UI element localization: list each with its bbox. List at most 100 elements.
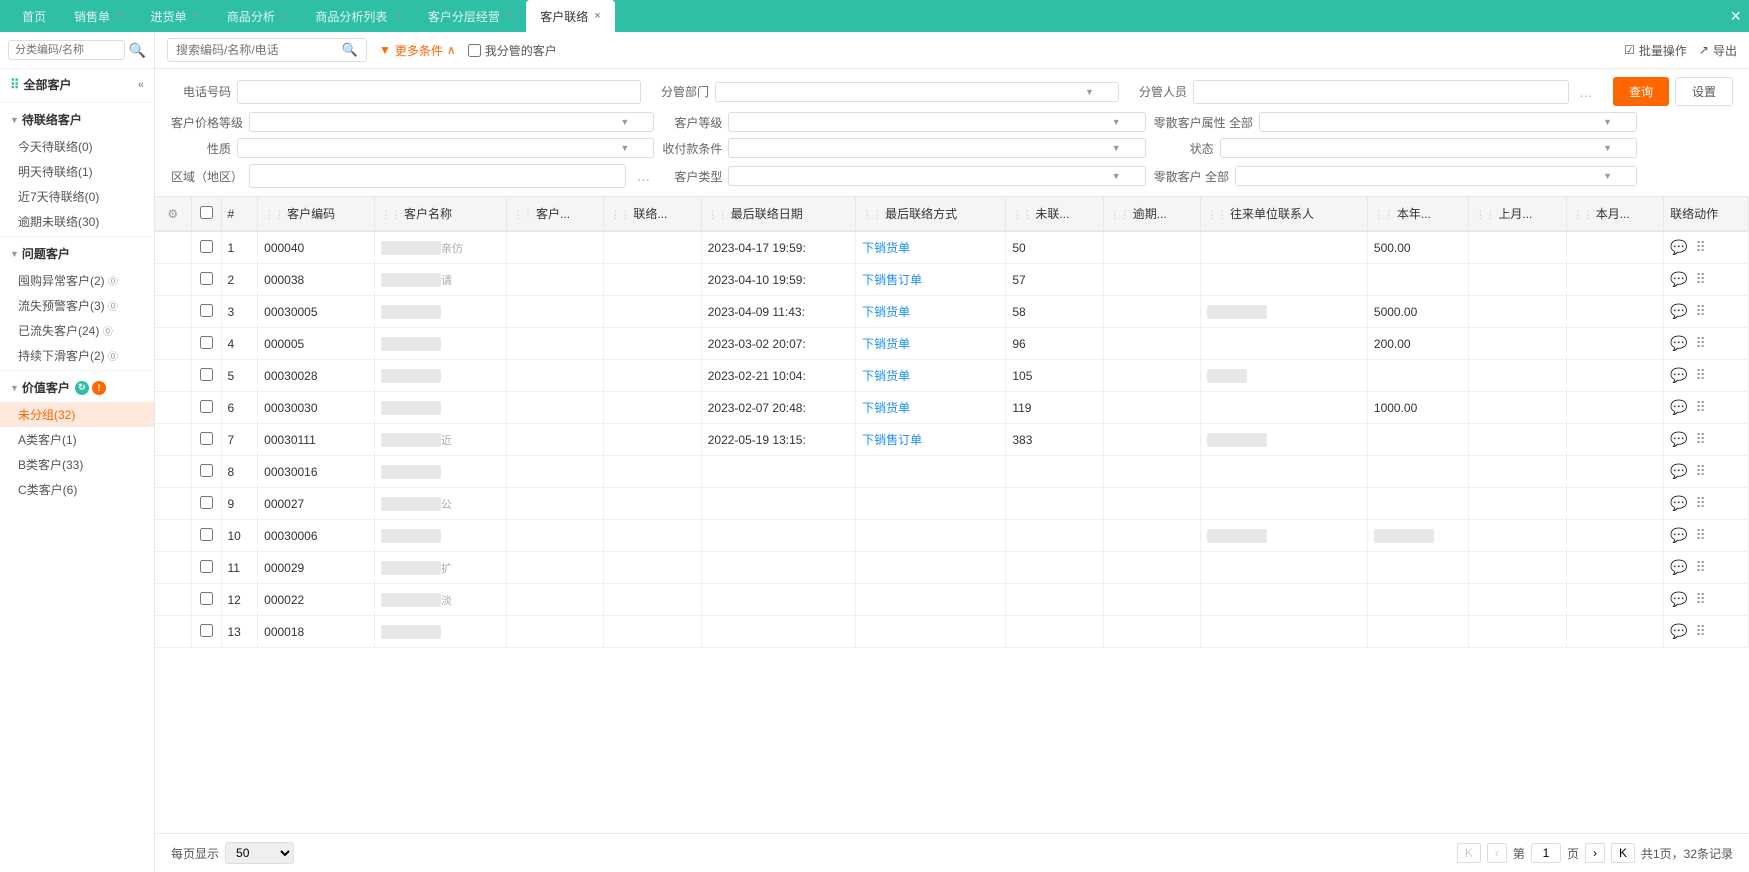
chat-icon[interactable]: 💬 bbox=[1670, 463, 1687, 480]
refresh-icon[interactable]: ↻ bbox=[75, 381, 89, 395]
name-header[interactable]: 客户名称 bbox=[374, 197, 506, 231]
close-purchase-icon[interactable]: × bbox=[192, 10, 198, 22]
row-checkbox[interactable] bbox=[191, 296, 221, 328]
page-input[interactable] bbox=[1531, 843, 1561, 863]
tab-customer-contact[interactable]: 客户联络 × bbox=[526, 0, 614, 32]
status-select[interactable]: ▼ bbox=[1220, 138, 1637, 158]
phone-input[interactable] bbox=[237, 80, 641, 104]
more-action-icon[interactable]: ⠿ bbox=[1696, 271, 1706, 288]
more-action-icon[interactable]: ⠿ bbox=[1696, 303, 1706, 320]
last-method-link[interactable]: 下销货单 bbox=[862, 241, 910, 255]
chat-icon[interactable]: 💬 bbox=[1670, 335, 1687, 352]
my-customers-filter[interactable]: 我分管的客户 bbox=[468, 42, 557, 59]
last-method-link[interactable]: 下销售订单 bbox=[862, 273, 922, 287]
chat-icon[interactable]: 💬 bbox=[1670, 527, 1687, 544]
reset-button[interactable]: 设置 bbox=[1675, 77, 1733, 106]
row-check[interactable] bbox=[200, 464, 213, 477]
last-method-header[interactable]: 最后联络方式 bbox=[856, 197, 1006, 231]
this-month-header[interactable]: 本月... bbox=[1566, 197, 1663, 231]
last-method-link[interactable]: 下销售订单 bbox=[862, 433, 922, 447]
sidebar-collapse-icon[interactable]: « bbox=[138, 79, 144, 91]
more-conditions-btn[interactable]: ▼ 更多条件 ∧ bbox=[379, 42, 456, 59]
last-date-header[interactable]: 最后联络日期 bbox=[701, 197, 855, 231]
more-action-icon[interactable]: ⠿ bbox=[1696, 239, 1706, 256]
more-action-icon[interactable]: ⠿ bbox=[1696, 559, 1706, 576]
sidebar-search-input[interactable] bbox=[8, 40, 125, 60]
chat-icon[interactable]: 💬 bbox=[1670, 271, 1687, 288]
row-checkbox[interactable] bbox=[191, 488, 221, 520]
overdue-header[interactable]: 逾期... bbox=[1103, 197, 1200, 231]
more-action-icon[interactable]: ⠿ bbox=[1696, 495, 1706, 512]
last-method-link[interactable]: 下销货单 bbox=[862, 337, 910, 351]
sidebar-item-b-class[interactable]: B类客户(33) bbox=[0, 452, 154, 477]
sidebar-item-declining[interactable]: 持续下滑客户(2) ⓪ bbox=[0, 343, 154, 368]
more-action-icon[interactable]: ⠿ bbox=[1696, 623, 1706, 640]
query-button[interactable]: 查询 bbox=[1613, 77, 1669, 106]
row-gear[interactable] bbox=[155, 456, 191, 488]
payment-select[interactable]: ▼ bbox=[728, 138, 1145, 158]
more-action-icon[interactable]: ⠿ bbox=[1696, 463, 1706, 480]
person-dots-icon[interactable]: … bbox=[1575, 84, 1597, 100]
gear-header[interactable]: ⚙ bbox=[155, 197, 191, 231]
sidebar-all-customers[interactable]: ⠿ 全部客户 « bbox=[0, 69, 154, 100]
sidebar-item-tomorrow[interactable]: 明天待联络(1) bbox=[0, 159, 154, 184]
row-gear[interactable] bbox=[155, 552, 191, 584]
row-check[interactable] bbox=[200, 496, 213, 509]
sidebar-item-warning[interactable]: 流失预警客户(3) ⓪ bbox=[0, 293, 154, 318]
sidebar-item-lost[interactable]: 已流失客户(24) ⓪ bbox=[0, 318, 154, 343]
row-checkbox[interactable] bbox=[191, 328, 221, 360]
sidebar-item-c-class[interactable]: C类客户(6) bbox=[0, 477, 154, 502]
sidebar-item-today[interactable]: 今天待联络(0) bbox=[0, 134, 154, 159]
row-checkbox[interactable] bbox=[191, 392, 221, 424]
prev-page-btn[interactable]: ‹ bbox=[1487, 843, 1507, 863]
row-checkbox[interactable] bbox=[191, 424, 221, 456]
contact-header[interactable]: 联络... bbox=[604, 197, 701, 231]
tab-purchase[interactable]: 进货单 × bbox=[136, 0, 212, 32]
person-input[interactable] bbox=[1193, 80, 1569, 104]
close-analysis-icon[interactable]: × bbox=[281, 10, 287, 22]
scatter-attr-select[interactable]: ▼ bbox=[1259, 112, 1637, 132]
row-check[interactable] bbox=[200, 336, 213, 349]
select-all-checkbox[interactable] bbox=[200, 206, 213, 219]
row-check[interactable] bbox=[200, 272, 213, 285]
my-customers-checkbox[interactable] bbox=[468, 44, 481, 57]
customer-type-select[interactable]: ▼ bbox=[728, 166, 1145, 186]
sidebar-search-icon[interactable]: 🔍 bbox=[129, 42, 146, 59]
more-action-icon[interactable]: ⠿ bbox=[1696, 431, 1706, 448]
row-gear[interactable] bbox=[155, 360, 191, 392]
last-method-link[interactable]: 下销货单 bbox=[862, 369, 910, 383]
region-dots-icon[interactable]: … bbox=[632, 168, 654, 184]
row-gear[interactable] bbox=[155, 328, 191, 360]
row-checkbox[interactable] bbox=[191, 616, 221, 648]
tab-analysis-list[interactable]: 商品分析列表 × bbox=[301, 0, 413, 32]
row-check[interactable] bbox=[200, 304, 213, 317]
row-gear[interactable] bbox=[155, 231, 191, 264]
unit-contact-header[interactable]: 往来单位联系人 bbox=[1201, 197, 1368, 231]
last-method-link[interactable]: 下销货单 bbox=[862, 305, 910, 319]
first-page-btn[interactable]: K bbox=[1457, 843, 1481, 863]
chat-icon[interactable]: 💬 bbox=[1670, 591, 1687, 608]
close-customer-contact-icon[interactable]: × bbox=[594, 10, 600, 22]
chat-icon[interactable]: 💬 bbox=[1670, 431, 1687, 448]
more-action-icon[interactable]: ⠿ bbox=[1696, 591, 1706, 608]
row-checkbox[interactable] bbox=[191, 231, 221, 264]
type-header[interactable]: 客户... bbox=[507, 197, 604, 231]
chat-icon[interactable]: 💬 bbox=[1670, 559, 1687, 576]
region-input[interactable] bbox=[249, 164, 626, 188]
row-gear[interactable] bbox=[155, 616, 191, 648]
last-month-header[interactable]: 上月... bbox=[1469, 197, 1566, 231]
chat-icon[interactable]: 💬 bbox=[1670, 239, 1687, 256]
last-method-link[interactable]: 下销货单 bbox=[862, 401, 910, 415]
tab-sales[interactable]: 销售单 × bbox=[60, 0, 136, 32]
close-analysis-list-icon[interactable]: × bbox=[393, 10, 399, 22]
close-window-icon[interactable]: × bbox=[1730, 6, 1741, 27]
next-page-btn[interactable]: › bbox=[1585, 843, 1605, 863]
value-customers-header[interactable]: ▼ 价值客户 ↻ ! bbox=[0, 373, 154, 402]
row-checkbox[interactable] bbox=[191, 264, 221, 296]
sidebar-item-abnormal[interactable]: 囤购异常客户(2) ⓪ bbox=[0, 268, 154, 293]
pending-contact-header[interactable]: ▼ 待联络客户 bbox=[0, 105, 154, 134]
tab-customer-tier[interactable]: 客户分层经营 × bbox=[414, 0, 526, 32]
row-gear[interactable] bbox=[155, 296, 191, 328]
close-customer-tier-icon[interactable]: × bbox=[506, 10, 512, 22]
close-sales-icon[interactable]: × bbox=[116, 10, 122, 22]
